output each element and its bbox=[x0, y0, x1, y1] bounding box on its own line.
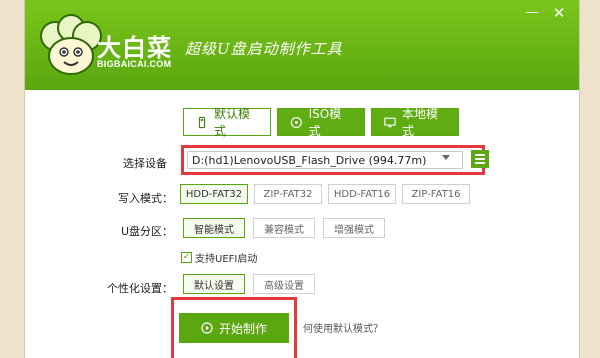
personalize-label: 个性化设置： bbox=[107, 282, 173, 295]
write-mode-label: 写入模式： bbox=[118, 192, 173, 205]
uefi-label: 支持UEFI启动 bbox=[195, 254, 258, 265]
tab-label: ISO模式 bbox=[308, 107, 342, 138]
device-label: 选择设备 bbox=[123, 157, 167, 170]
disc-icon bbox=[290, 116, 302, 128]
slogan: 超级U盘启动制作工具 bbox=[185, 40, 343, 58]
app-window: 大白菜 BIGBAICAI.COM 超级U盘启动制作工具 — ✕ 默认模式 IS… bbox=[24, 0, 580, 358]
start-button[interactable]: 开始制作 bbox=[179, 313, 289, 343]
write-mode-hdd-fat16[interactable]: HDD-FAT16 bbox=[328, 184, 396, 204]
minimize-button[interactable]: — bbox=[523, 6, 541, 20]
menu-icon bbox=[475, 154, 485, 156]
close-button[interactable]: ✕ bbox=[550, 6, 568, 21]
help-link[interactable]: 何使用默认模式？ bbox=[303, 320, 383, 335]
device-highlight: D:(hd1)LenovoUSB_Flash_Drive (994.77m) bbox=[181, 145, 485, 175]
partition-smart-mode[interactable]: 智能模式 bbox=[183, 218, 245, 238]
header-banner: 大白菜 BIGBAICAI.COM 超级U盘启动制作工具 — ✕ bbox=[25, 0, 579, 90]
tab-default-mode[interactable]: 默认模式 bbox=[183, 107, 271, 138]
partition-label: U盘分区： bbox=[120, 225, 173, 238]
mode-tabs: 默认模式 ISO模式 本地模式 bbox=[183, 107, 459, 138]
uefi-checkbox[interactable]: ✓ bbox=[181, 252, 192, 263]
personalize-default[interactable]: 默认设置 bbox=[183, 274, 245, 294]
partition-enhanced-mode[interactable]: 增强模式 bbox=[323, 218, 385, 238]
partition-compat-mode[interactable]: 兼容模式 bbox=[253, 218, 315, 238]
monitor-icon bbox=[384, 117, 396, 127]
write-mode-zip-fat32[interactable]: ZIP-FAT32 bbox=[254, 184, 322, 204]
tab-label: 本地模式 bbox=[401, 107, 438, 138]
device-select[interactable]: D:(hd1)LenovoUSB_Flash_Drive (994.77m) bbox=[187, 151, 463, 169]
brand-name: 大白菜 bbox=[97, 34, 172, 62]
play-circle-icon bbox=[201, 322, 213, 334]
chevron-down-icon[interactable] bbox=[442, 155, 450, 160]
usb-drive-icon bbox=[198, 116, 206, 128]
start-label: 开始制作 bbox=[218, 321, 267, 336]
write-mode-hdd-fat32[interactable]: HDD-FAT32 bbox=[180, 184, 248, 204]
personalize-advanced[interactable]: 高级设置 bbox=[253, 274, 315, 294]
tab-label: 默认模式 bbox=[213, 107, 250, 138]
brand-domain: BIGBAICAI.COM bbox=[97, 59, 172, 69]
tab-local-mode[interactable]: 本地模式 bbox=[371, 107, 459, 138]
write-mode-zip-fat16[interactable]: ZIP-FAT16 bbox=[402, 184, 470, 204]
tab-iso-mode[interactable]: ISO模式 bbox=[277, 107, 365, 138]
menu-button[interactable] bbox=[471, 150, 489, 168]
